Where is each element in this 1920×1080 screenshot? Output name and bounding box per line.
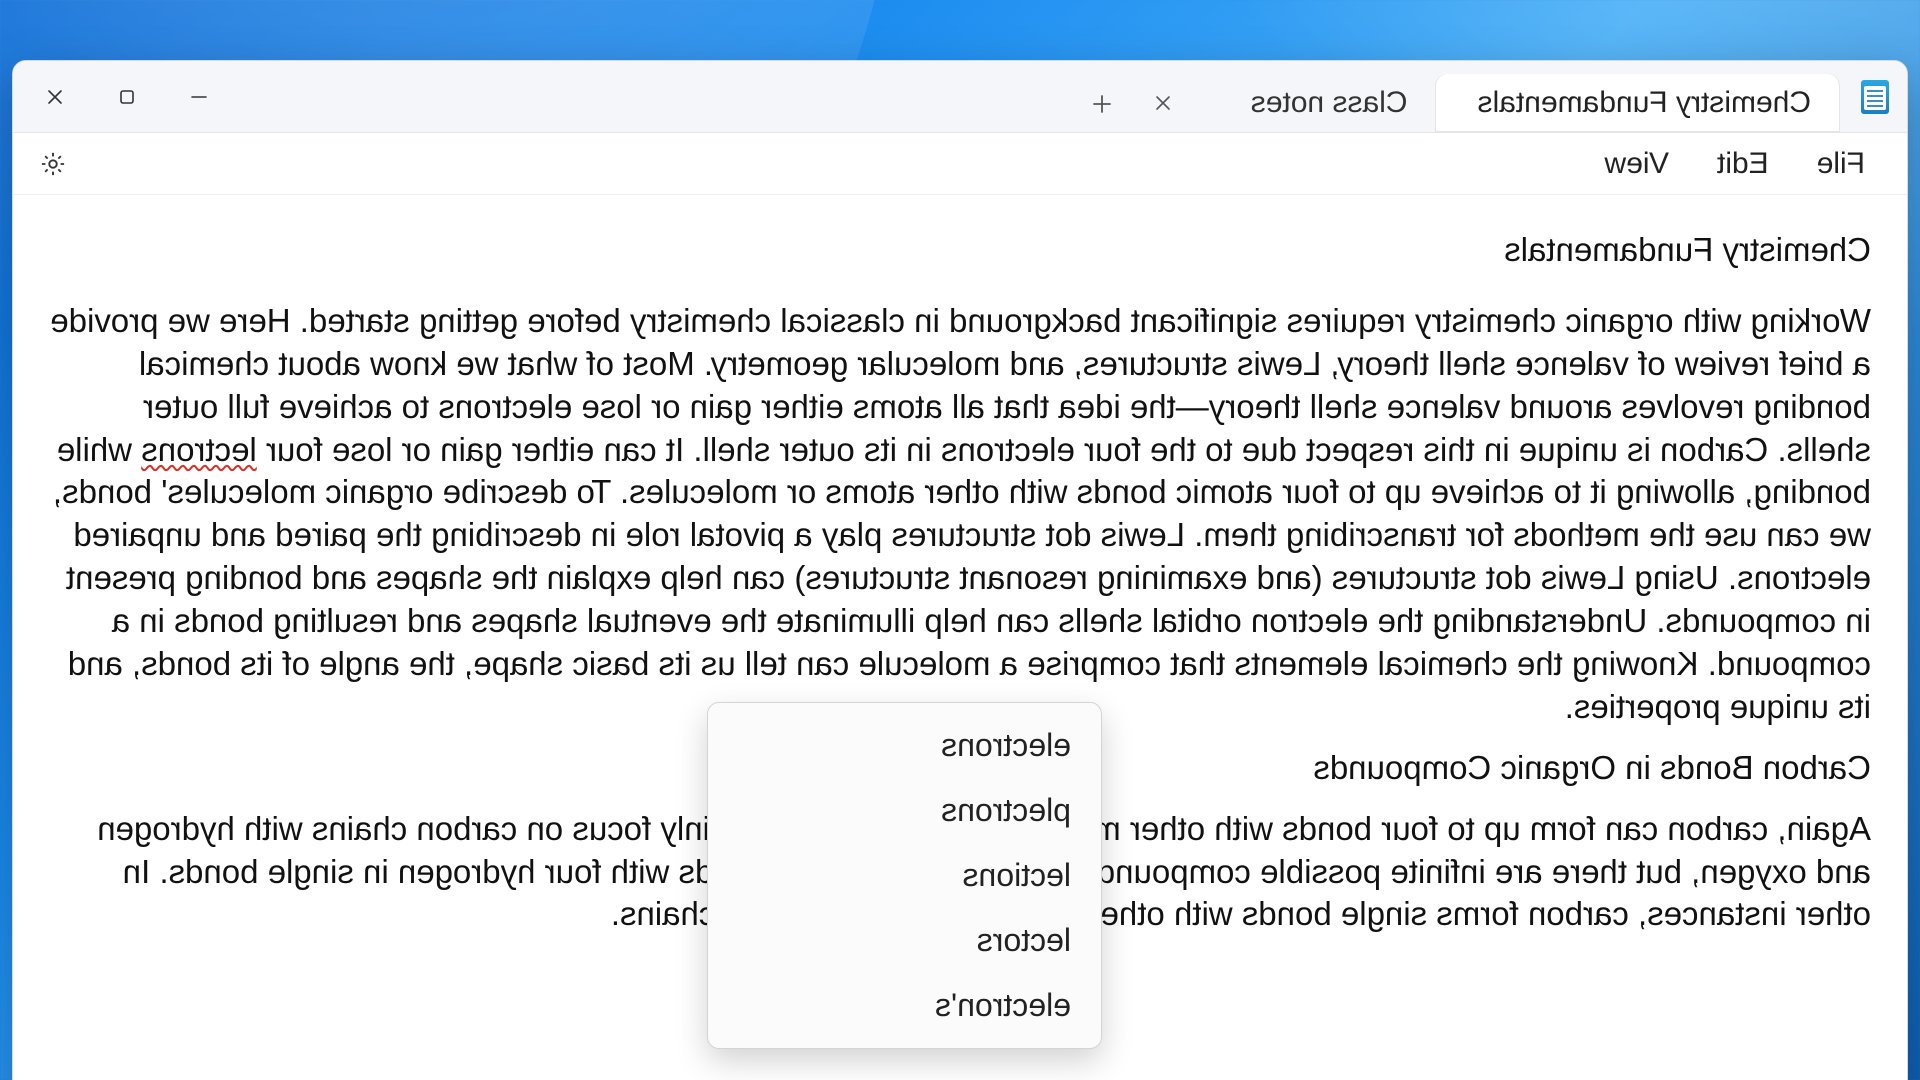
window-controls bbox=[13, 61, 235, 132]
app-icon bbox=[1843, 61, 1907, 132]
suggestion-item[interactable]: plectrons bbox=[708, 778, 1101, 843]
tab-chemistry-fundamentals[interactable]: Chemistry Fundamentals bbox=[1436, 74, 1839, 132]
editor-area[interactable]: Chemistry Fundamentals Working with orga… bbox=[13, 195, 1907, 1080]
menu-file[interactable]: File bbox=[1793, 141, 1889, 187]
text-run: Working with organic chemistry requires … bbox=[50, 302, 1871, 468]
menu-view[interactable]: View bbox=[1580, 141, 1692, 187]
new-tab-button[interactable] bbox=[1074, 76, 1130, 132]
settings-button[interactable] bbox=[31, 142, 75, 186]
tabstrip: Chemistry Fundamentals Class notes bbox=[1074, 61, 1843, 132]
suggestion-item[interactable]: lectors bbox=[708, 908, 1101, 973]
paragraph-1: Working with organic chemistry requires … bbox=[49, 300, 1871, 729]
menubar: File Edit View bbox=[13, 133, 1907, 195]
suggestion-item[interactable]: lections bbox=[708, 843, 1101, 908]
titlebar: Chemistry Fundamentals Class notes bbox=[13, 61, 1907, 133]
suggestion-item[interactable]: electron's bbox=[708, 973, 1101, 1038]
text-run: while bonding, allowing it to achieve up… bbox=[53, 431, 1871, 725]
menu-edit[interactable]: Edit bbox=[1693, 141, 1793, 187]
maximize-button[interactable] bbox=[91, 69, 163, 125]
close-icon[interactable] bbox=[1152, 92, 1174, 114]
tab-class-notes[interactable]: Class notes bbox=[1136, 74, 1436, 132]
misspelled-word[interactable]: lectrons bbox=[141, 431, 257, 468]
close-button[interactable] bbox=[19, 69, 91, 125]
notepad-window: Chemistry Fundamentals Class notes bbox=[12, 60, 1908, 1080]
doc-title: Chemistry Fundamentals bbox=[49, 229, 1871, 272]
notepad-icon bbox=[1861, 80, 1889, 114]
spellcheck-suggestions-popup: electrons plectrons lections lectors ele… bbox=[707, 702, 1102, 1049]
minimize-button[interactable] bbox=[163, 69, 235, 125]
tab-label: Class notes bbox=[1251, 86, 1408, 120]
suggestion-item[interactable]: electrons bbox=[708, 713, 1101, 778]
tab-label: Chemistry Fundamentals bbox=[1478, 86, 1811, 120]
